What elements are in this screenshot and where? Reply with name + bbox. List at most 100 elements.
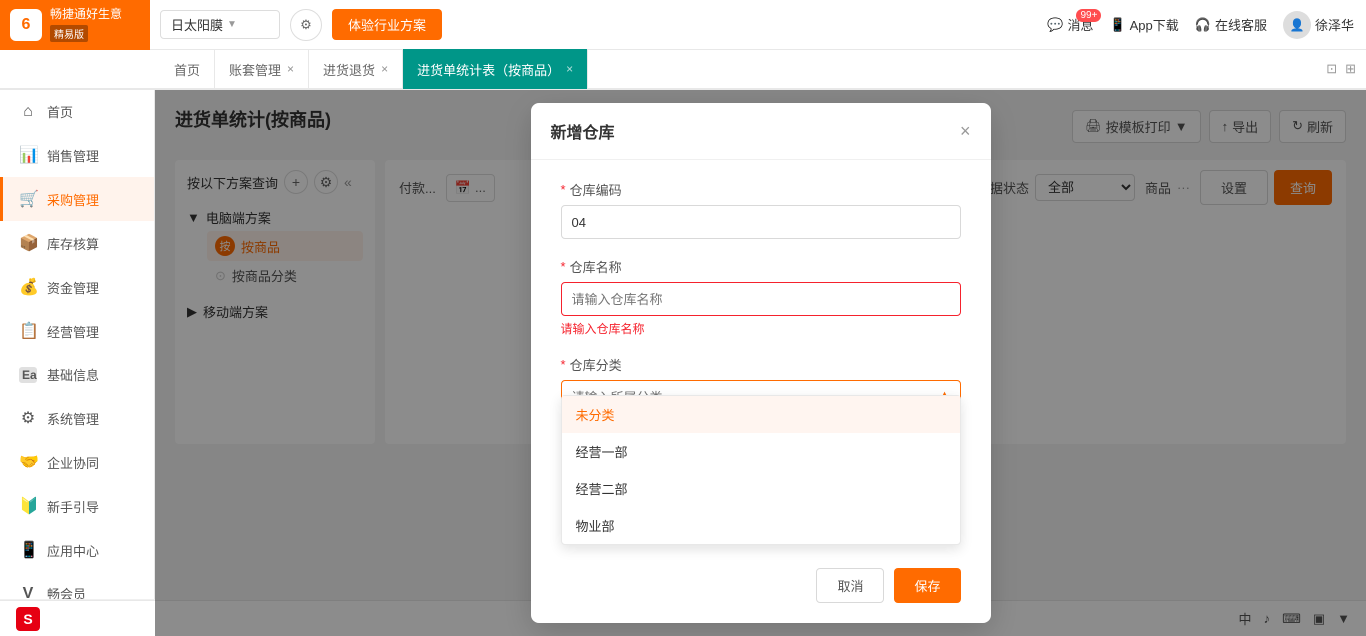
sidebar-item-app-center[interactable]: 📱 应用中心 (0, 528, 154, 572)
user-info[interactable]: 👤 徐泽华 (1283, 11, 1354, 39)
sidebar-item-finance[interactable]: 💰 资金管理 (0, 265, 154, 309)
tab-account-label: 账套管理 (229, 60, 281, 79)
dialog-close-button[interactable]: × (960, 121, 971, 142)
form-row-category: * 仓库分类 ▲ 未分类 经营一部 经营二部 物业部 (561, 355, 961, 414)
sidebar-item-home[interactable]: ⌂ 首页 (0, 90, 154, 133)
category-label: * 仓库分类 (561, 355, 961, 374)
online-service[interactable]: 🎧 在线客服 (1195, 15, 1267, 34)
tab-actions: ⊡ ⊞ (1316, 61, 1366, 77)
top-header: 6 畅捷通好生意 精易版 日太阳膜 ▼ ⚙ 体验行业方案 💬 消息 99+ 📱 … (0, 0, 1366, 50)
sidebar-item-inventory[interactable]: 📦 库存核算 (0, 221, 154, 265)
code-label: * 仓库编码 (561, 180, 961, 199)
trial-button[interactable]: 体验行业方案 (332, 9, 442, 40)
tab-account[interactable]: 账套管理 × (215, 49, 309, 89)
tab-home-label: 首页 (174, 60, 200, 79)
tab-minimize-icon[interactable]: ⊡ (1326, 61, 1337, 77)
app-download[interactable]: 📱 App下载 (1109, 15, 1178, 34)
code-input[interactable] (561, 205, 961, 239)
sidebar-operations-label: 经营管理 (47, 322, 99, 341)
tab-expand-icon[interactable]: ⊞ (1345, 61, 1356, 77)
tab-purchase-return-close[interactable]: × (381, 62, 388, 76)
form-row-name: * 仓库名称 请输入仓库名称 (561, 257, 961, 337)
dropdown-item-0[interactable]: 未分类 (562, 396, 960, 433)
sidebar: ⌂ 首页 📊 销售管理 🛒 采购管理 📦 库存核算 💰 资金管理 📋 经营管理 … (0, 90, 155, 636)
form-row-code: * 仓库编码 (561, 180, 961, 239)
operations-icon: 📋 (19, 321, 37, 341)
basic-info-icon: Ea (19, 367, 37, 383)
logo-badge: 精易版 (50, 25, 88, 42)
store-name: 日太阳膜 (171, 15, 223, 34)
sidebar-home-label: 首页 (47, 102, 73, 121)
tab-bar: 首页 账套管理 × 进货退货 × 进货单统计表（按商品） × ⊡ ⊞ (0, 50, 1366, 90)
content-area: 进货单统计(按商品) 🖨 按模板打印 ▼ ↑ 导出 ↻ 刷新 (155, 90, 1366, 636)
settings-button[interactable]: ⚙ (290, 9, 322, 41)
sidebar-sales-label: 销售管理 (47, 146, 99, 165)
dropdown-item-1[interactable]: 经营一部 (562, 433, 960, 470)
tab-purchase-return[interactable]: 进货退货 × (309, 49, 403, 89)
sidebar-item-basic-info[interactable]: Ea 基础信息 (0, 353, 154, 396)
headset-icon: 🎧 (1195, 17, 1211, 33)
tab-home[interactable]: 首页 (160, 49, 215, 89)
sidebar-item-system[interactable]: ⚙ 系统管理 (0, 396, 154, 440)
logo-area: 6 畅捷通好生意 精易版 (0, 0, 150, 50)
required-star: * (561, 182, 566, 197)
system-icon: ⚙ (19, 408, 37, 428)
sidebar-item-sales[interactable]: 📊 销售管理 (0, 133, 154, 177)
sidebar-purchase-label: 采购管理 (47, 190, 99, 209)
dialog-title: 新增仓库 (551, 119, 615, 143)
tab-purchase-stats[interactable]: 进货单统计表（按商品） × (403, 49, 588, 89)
s-logo-icon: S (16, 607, 40, 631)
sidebar-inventory-label: 库存核算 (47, 234, 99, 253)
finance-icon: 💰 (19, 277, 37, 297)
user-name: 徐泽华 (1315, 15, 1354, 34)
inventory-icon: 📦 (19, 233, 37, 253)
avatar: 👤 (1283, 11, 1311, 39)
add-warehouse-dialog: 新增仓库 × * 仓库编码 * 仓库名称 (531, 103, 991, 623)
required-star3: * (561, 357, 566, 372)
dropdown-item-2[interactable]: 经营二部 (562, 470, 960, 507)
name-label: * 仓库名称 (561, 257, 961, 276)
sidebar-app-center-label: 应用中心 (47, 541, 99, 560)
sales-icon: 📊 (19, 145, 37, 165)
tab-purchase-stats-label: 进货单统计表（按商品） (417, 60, 560, 79)
tab-purchase-stats-close[interactable]: × (566, 62, 573, 76)
sidebar-guide-label: 新手引导 (47, 497, 99, 516)
app-label: App下载 (1130, 15, 1179, 34)
enterprise-icon: 🤝 (19, 452, 37, 472)
save-button[interactable]: 保存 (894, 568, 960, 603)
message-icon: 💬 (1047, 17, 1063, 33)
notif-badge: 99+ (1076, 9, 1101, 22)
dialog-header: 新增仓库 × (531, 103, 991, 160)
sidebar-item-purchase[interactable]: 🛒 采购管理 (0, 177, 154, 221)
cancel-button[interactable]: 取消 (816, 568, 884, 603)
logo-icon: 6 (10, 9, 42, 41)
name-error-msg: 请输入仓库名称 (561, 320, 961, 337)
tab-account-close[interactable]: × (287, 62, 294, 76)
sidebar-enterprise-label: 企业协同 (47, 453, 99, 472)
app-center-icon: 📱 (19, 540, 37, 560)
name-input[interactable] (561, 282, 961, 316)
bottom-logo: S (16, 607, 40, 631)
dialog-footer: 取消 保存 (531, 568, 991, 603)
required-star2: * (561, 259, 566, 274)
service-label: 在线客服 (1215, 15, 1267, 34)
sidebar-item-enterprise[interactable]: 🤝 企业协同 (0, 440, 154, 484)
phone-icon: 📱 (1109, 17, 1125, 33)
sidebar-item-guide[interactable]: 🔰 新手引导 (0, 484, 154, 528)
header-right: 💬 消息 99+ 📱 App下载 🎧 在线客服 👤 徐泽华 (1047, 11, 1354, 39)
sidebar-finance-label: 资金管理 (47, 278, 99, 297)
sidebar-item-operations[interactable]: 📋 经营管理 (0, 309, 154, 353)
sidebar-basic-info-label: 基础信息 (47, 365, 99, 384)
dropdown-item-3[interactable]: 物业部 (562, 507, 960, 544)
tab-purchase-return-label: 进货退货 (323, 60, 375, 79)
purchase-icon: 🛒 (19, 189, 37, 209)
guide-icon: 🔰 (19, 496, 37, 516)
main-layout: ⌂ 首页 📊 销售管理 🛒 采购管理 📦 库存核算 💰 资金管理 📋 经营管理 … (0, 90, 1366, 636)
dialog-body: * 仓库编码 * 仓库名称 请输入仓库名称 (531, 160, 991, 558)
logo-text: 畅捷通好生意 (50, 7, 122, 23)
home-icon: ⌂ (19, 103, 37, 121)
store-arrow: ▼ (227, 19, 237, 30)
store-selector[interactable]: 日太阳膜 ▼ (160, 10, 280, 39)
notification-bell[interactable]: 💬 消息 99+ (1047, 15, 1093, 34)
sidebar-system-label: 系统管理 (47, 409, 99, 428)
